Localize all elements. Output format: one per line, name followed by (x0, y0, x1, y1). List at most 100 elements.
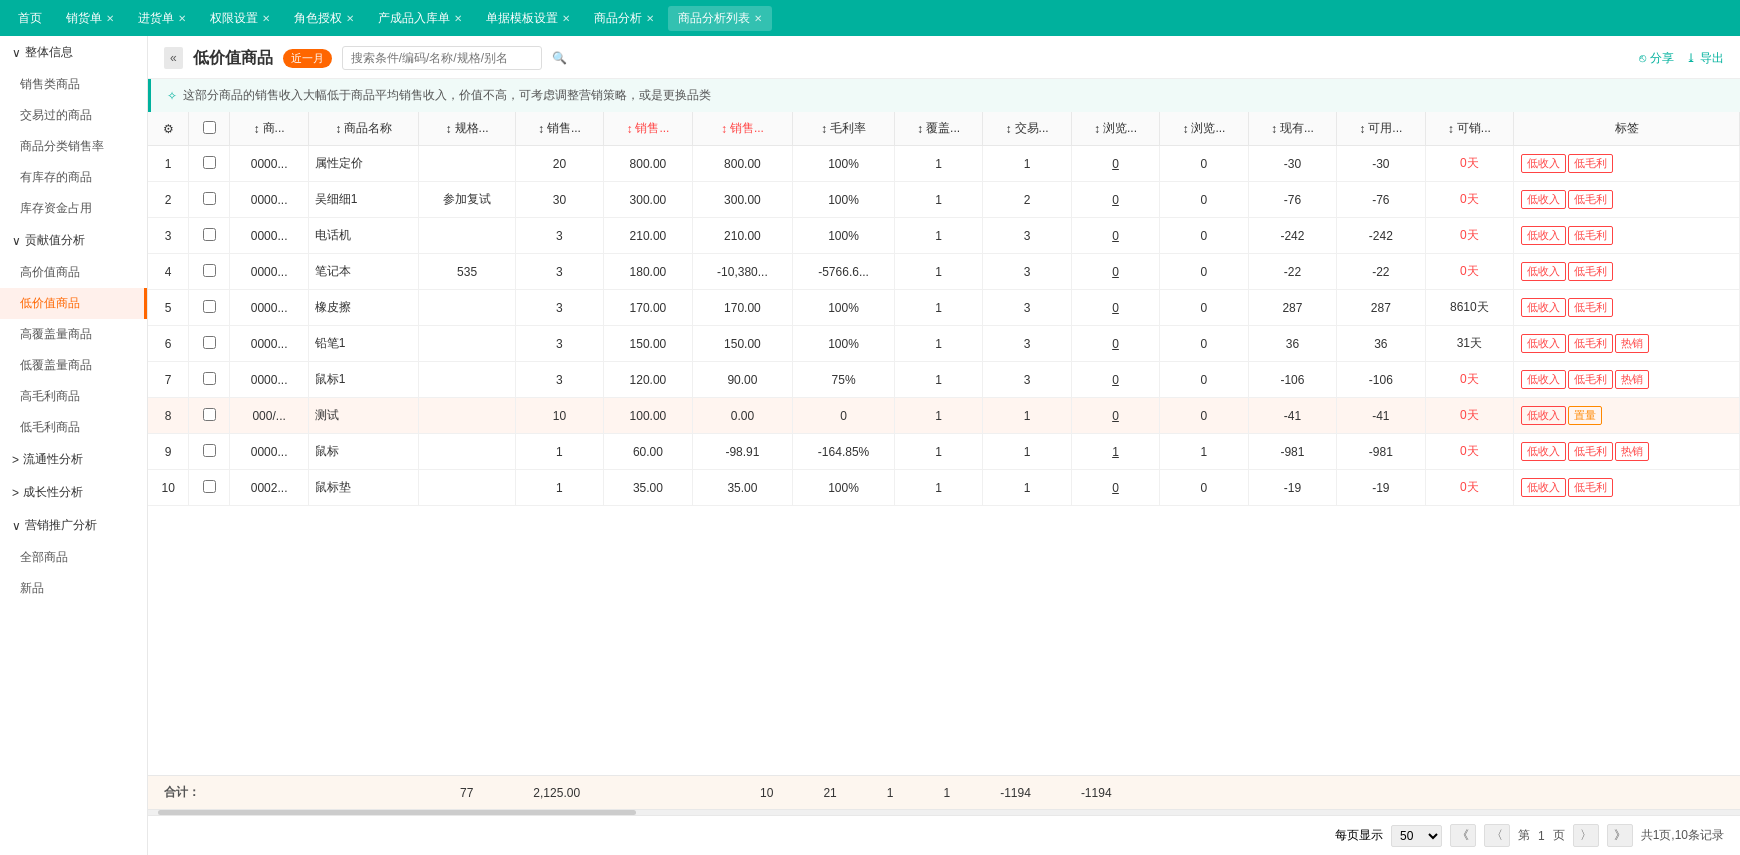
nav-close-analysis[interactable]: ✕ (646, 13, 654, 24)
browse-link[interactable]: 0 (1112, 301, 1119, 315)
cell-spec (419, 434, 515, 470)
sidebar-item-high-value[interactable]: 高价值商品 (0, 257, 147, 288)
cell-browse2: 1 (1160, 434, 1248, 470)
current-page: 1 (1538, 829, 1545, 843)
select-all-checkbox[interactable] (203, 121, 216, 134)
nav-item-analysis[interactable]: 商品分析 ✕ (584, 6, 664, 31)
nav-close-permission[interactable]: ✕ (262, 13, 270, 24)
sidebar-group-contribution[interactable]: ∨ 贡献值分析 (0, 224, 147, 257)
date-badge[interactable]: 近一月 (283, 49, 332, 68)
sidebar-item-all-goods[interactable]: 全部商品 (0, 542, 147, 573)
row-checkbox[interactable] (203, 372, 216, 385)
row-checkbox[interactable] (203, 192, 216, 205)
cell-coverage: 1 (894, 182, 982, 218)
sidebar-group-liquidity[interactable]: > 流通性分析 (0, 443, 147, 476)
row-checkbox[interactable] (203, 264, 216, 277)
browse-link[interactable]: 0 (1112, 193, 1119, 207)
cell-checkbox[interactable] (189, 362, 230, 398)
last-page-button[interactable]: 》 (1607, 824, 1633, 847)
cell-checkbox[interactable] (189, 254, 230, 290)
cell-checkbox[interactable] (189, 326, 230, 362)
sidebar-group-growth[interactable]: > 成长性分析 (0, 476, 147, 509)
row-checkbox[interactable] (203, 300, 216, 313)
browse-link[interactable]: 1 (1112, 445, 1119, 459)
nav-item-template[interactable]: 单据模板设置 ✕ (476, 6, 580, 31)
total-info: 共1页,10条记录 (1641, 827, 1724, 844)
cell-sale-qty: 1 (515, 434, 603, 470)
export-button[interactable]: ⤓ 导出 (1686, 50, 1724, 67)
collapse-button[interactable]: « (164, 47, 183, 69)
cell-checkbox[interactable] (189, 182, 230, 218)
nav-close-sales[interactable]: ✕ (106, 13, 114, 24)
row-checkbox[interactable] (203, 336, 216, 349)
browse-link[interactable]: 0 (1112, 481, 1119, 495)
cell-tags: 低收入低毛利 (1514, 182, 1740, 218)
col-checkbox[interactable] (189, 112, 230, 146)
cell-available: 287 (1337, 290, 1425, 326)
browse-link[interactable]: 0 (1112, 265, 1119, 279)
col-spec: ↕规格... (419, 112, 515, 146)
col-name: ↕商品名称 (308, 112, 419, 146)
cell-checkbox[interactable] (189, 470, 230, 506)
page-size-select[interactable]: 50 100 200 (1391, 825, 1442, 847)
sidebar-item-traded-goods[interactable]: 交易过的商品 (0, 100, 147, 131)
sidebar-item-low-value[interactable]: 低价值商品 (0, 288, 147, 319)
sidebar-item-low-margin[interactable]: 低毛利商品 (0, 412, 147, 443)
row-checkbox[interactable] (203, 228, 216, 241)
share-button[interactable]: ⎋ 分享 (1639, 50, 1674, 67)
sidebar-item-new-goods[interactable]: 新品 (0, 573, 147, 604)
cell-spec: 参加复试 (419, 182, 515, 218)
search-input[interactable] (342, 46, 542, 70)
cell-available: -19 (1337, 470, 1425, 506)
row-checkbox[interactable] (203, 444, 216, 457)
nav-item-sales[interactable]: 销货单 ✕ (56, 6, 124, 31)
sidebar-item-low-coverage[interactable]: 低覆盖量商品 (0, 350, 147, 381)
cell-code: 000/... (230, 398, 308, 434)
tag-label: 低收入 (1521, 298, 1566, 317)
cell-name: 电话机 (308, 218, 419, 254)
sidebar-item-category-sales[interactable]: 商品分类销售率 (0, 131, 147, 162)
nav-close-product-in[interactable]: ✕ (454, 13, 462, 24)
nav-item-product-in[interactable]: 产成品入库单 ✕ (368, 6, 472, 31)
col-settings[interactable]: ⚙ (148, 112, 189, 146)
prev-page-button[interactable]: 〈 (1484, 824, 1510, 847)
nav-item-analysis-list[interactable]: 商品分析列表 ✕ (668, 6, 772, 31)
sidebar-group-marketing[interactable]: ∨ 营销推广分析 (0, 509, 147, 542)
table-row: 1 0000... 属性定价 20 800.00 800.00 100% 1 1… (148, 146, 1740, 182)
cell-checkbox[interactable] (189, 398, 230, 434)
row-checkbox[interactable] (203, 156, 216, 169)
browse-link[interactable]: 0 (1112, 229, 1119, 243)
next-page-button[interactable]: 〉 (1573, 824, 1599, 847)
nav-close-template[interactable]: ✕ (562, 13, 570, 24)
nav-item-permission[interactable]: 权限设置 ✕ (200, 6, 280, 31)
cell-checkbox[interactable] (189, 434, 230, 470)
browse-link[interactable]: 0 (1112, 373, 1119, 387)
cell-checkbox[interactable] (189, 290, 230, 326)
row-checkbox[interactable] (203, 408, 216, 421)
sidebar-item-stock-capital[interactable]: 库存资金占用 (0, 193, 147, 224)
row-checkbox[interactable] (203, 480, 216, 493)
cell-gross-margin: 100% (793, 290, 895, 326)
col-saleable: ↕可销... (1425, 112, 1513, 146)
browse-link[interactable]: 0 (1112, 409, 1119, 423)
col-available: ↕可用... (1337, 112, 1425, 146)
nav-item-home[interactable]: 首页 (8, 6, 52, 31)
sidebar-group-overall[interactable]: ∨ 整体信息 (0, 36, 147, 69)
search-icon[interactable]: 🔍 (552, 51, 567, 65)
sidebar-item-high-coverage[interactable]: 高覆盖量商品 (0, 319, 147, 350)
nav-close-purchase[interactable]: ✕ (178, 13, 186, 24)
browse-link[interactable]: 0 (1112, 157, 1119, 171)
cell-checkbox[interactable] (189, 146, 230, 182)
cell-current-stock: -22 (1248, 254, 1336, 290)
cell-checkbox[interactable] (189, 218, 230, 254)
browse-link[interactable]: 0 (1112, 337, 1119, 351)
nav-item-role[interactable]: 角色授权 ✕ (284, 6, 364, 31)
sidebar-item-high-margin[interactable]: 高毛利商品 (0, 381, 147, 412)
tag-label: 低收入 (1521, 190, 1566, 209)
nav-close-analysis-list[interactable]: ✕ (754, 13, 762, 24)
sidebar-item-sales-goods[interactable]: 销售类商品 (0, 69, 147, 100)
nav-close-role[interactable]: ✕ (346, 13, 354, 24)
first-page-button[interactable]: 《 (1450, 824, 1476, 847)
nav-item-purchase[interactable]: 进货单 ✕ (128, 6, 196, 31)
sidebar-item-stock-goods[interactable]: 有库存的商品 (0, 162, 147, 193)
